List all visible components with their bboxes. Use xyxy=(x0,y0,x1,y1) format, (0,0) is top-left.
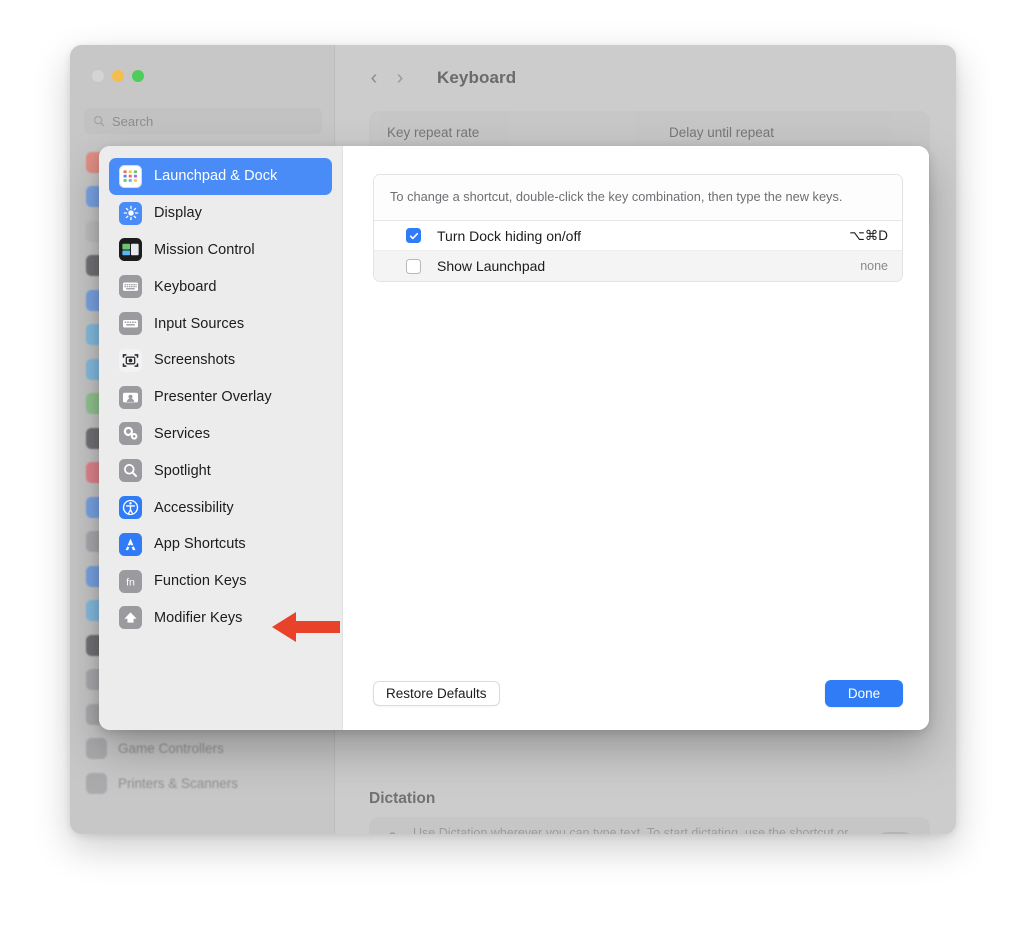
sidebar-item-label: Services xyxy=(154,425,210,442)
input-sources-icon xyxy=(119,312,142,336)
sidebar-item-label: App Shortcuts xyxy=(154,536,246,553)
table-row[interactable]: Show Launchpad none xyxy=(374,251,902,282)
sheet-footer: Restore Defaults Done xyxy=(343,656,929,730)
shortcut-detail-pane: To change a shortcut, double-click the k… xyxy=(343,146,929,730)
shortcut-keys[interactable]: none xyxy=(860,259,888,273)
sidebar-item-label: Display xyxy=(154,205,202,222)
key-repeat-rate-label: Key repeat rate xyxy=(387,125,480,140)
keyboard-shortcuts-sheet: Launchpad & Dock Display Mission Control… xyxy=(99,146,929,730)
modifier-keys-icon xyxy=(119,606,142,630)
sidebar-item-game-controllers[interactable]: Game Controllers xyxy=(78,732,326,767)
sidebar-item-label: Presenter Overlay xyxy=(154,389,272,406)
zoom-button[interactable] xyxy=(132,70,144,82)
shortcut-checkbox[interactable] xyxy=(406,258,421,274)
sidebar-item-label: Spotlight xyxy=(154,462,211,479)
left-pointing-arrow-icon xyxy=(272,612,340,642)
shortcut-help-text: To change a shortcut, double-click the k… xyxy=(374,175,902,222)
shortcut-checkbox[interactable] xyxy=(406,228,421,244)
sidebar-item-printers-scanners[interactable]: Printers & Scanners xyxy=(78,766,326,801)
screenshot-root: Search Trackpad Game Cont xyxy=(0,0,1024,926)
annotation-arrow xyxy=(270,608,342,646)
sidebar-item-display[interactable]: Display xyxy=(109,195,332,232)
mission-control-icon xyxy=(119,238,142,262)
sidebar-item-screenshots[interactable]: Screenshots xyxy=(109,342,332,379)
accessibility-icon xyxy=(119,496,142,520)
game-controller-icon xyxy=(86,738,107,760)
checkmark-icon xyxy=(409,232,418,239)
dictation-card: Use Dictation wherever you can type text… xyxy=(369,817,930,834)
sidebar-item-label: Game Controllers xyxy=(118,741,224,757)
keyboard-icon xyxy=(119,275,142,299)
search-placeholder: Search xyxy=(112,113,154,129)
dictation-toggle[interactable] xyxy=(876,832,914,834)
sidebar-item-label: Input Sources xyxy=(154,315,245,332)
shortcut-keys[interactable]: ⌥⌘D xyxy=(849,228,888,244)
done-button[interactable]: Done xyxy=(825,679,903,707)
sidebar-item-label: Printers & Scanners xyxy=(118,775,239,791)
traffic-lights xyxy=(92,70,144,82)
forward-chevron-icon[interactable]: › xyxy=(387,68,413,88)
sidebar-item-label: Mission Control xyxy=(154,241,255,258)
dictation-description: Use Dictation wherever you can type text… xyxy=(413,826,849,834)
presenter-overlay-icon xyxy=(119,385,142,409)
sidebar-item-label: Modifier Keys xyxy=(154,609,243,626)
sidebar-item-label: Accessibility xyxy=(154,499,234,516)
sidebar-item-accessibility[interactable]: Accessibility xyxy=(109,489,332,526)
minimize-button[interactable] xyxy=(112,70,124,82)
sidebar-item-keyboard[interactable]: Keyboard xyxy=(109,268,332,305)
function-keys-icon: fn xyxy=(119,569,142,593)
delay-until-repeat-label: Delay until repeat xyxy=(669,125,775,140)
app-shortcuts-icon xyxy=(119,532,142,556)
table-row[interactable]: Turn Dock hiding on/off ⌥⌘D xyxy=(374,221,902,252)
sidebar-item-presenter-overlay[interactable]: Presenter Overlay xyxy=(109,379,332,416)
display-icon xyxy=(119,201,142,225)
sidebar-item-label: Screenshots xyxy=(154,352,236,369)
sidebar-item-label: Keyboard xyxy=(154,278,217,295)
sidebar-item-label: Function Keys xyxy=(154,573,247,590)
back-chevron-icon[interactable]: ‹ xyxy=(361,68,387,88)
shortcut-list-card: To change a shortcut, double-click the k… xyxy=(373,174,903,283)
page-title: Keyboard xyxy=(437,68,517,87)
screenshots-icon xyxy=(119,348,142,372)
search-field[interactable]: Search xyxy=(84,108,322,134)
sidebar-item-mission-control[interactable]: Mission Control xyxy=(109,232,332,269)
shortcut-body: To change a shortcut, double-click the k… xyxy=(343,146,929,656)
microphone-icon xyxy=(389,832,396,834)
sidebar-item-services[interactable]: Services xyxy=(109,416,332,453)
shortcut-name: Show Launchpad xyxy=(437,258,546,275)
services-icon xyxy=(119,422,142,446)
sidebar-item-input-sources[interactable]: Input Sources xyxy=(109,305,332,342)
sidebar-item-function-keys[interactable]: fn Function Keys xyxy=(109,563,332,600)
launchpad-icon xyxy=(119,164,142,188)
printer-icon xyxy=(86,772,107,794)
sidebar-item-launchpad-dock[interactable]: Launchpad & Dock xyxy=(109,158,332,195)
search-icon xyxy=(93,115,105,127)
spotlight-icon xyxy=(119,459,142,483)
sidebar-item-app-shortcuts[interactable]: App Shortcuts xyxy=(109,526,332,563)
shortcut-name: Turn Dock hiding on/off xyxy=(437,227,581,244)
svg-text:fn: fn xyxy=(126,576,135,588)
sidebar-item-label: Launchpad & Dock xyxy=(154,168,278,185)
sidebar-item-spotlight[interactable]: Spotlight xyxy=(109,452,332,489)
dictation-heading: Dictation xyxy=(369,790,436,807)
close-button[interactable] xyxy=(92,70,104,82)
navigation-bar: ‹ › Keyboard xyxy=(335,45,956,111)
restore-defaults-button[interactable]: Restore Defaults xyxy=(373,680,500,706)
